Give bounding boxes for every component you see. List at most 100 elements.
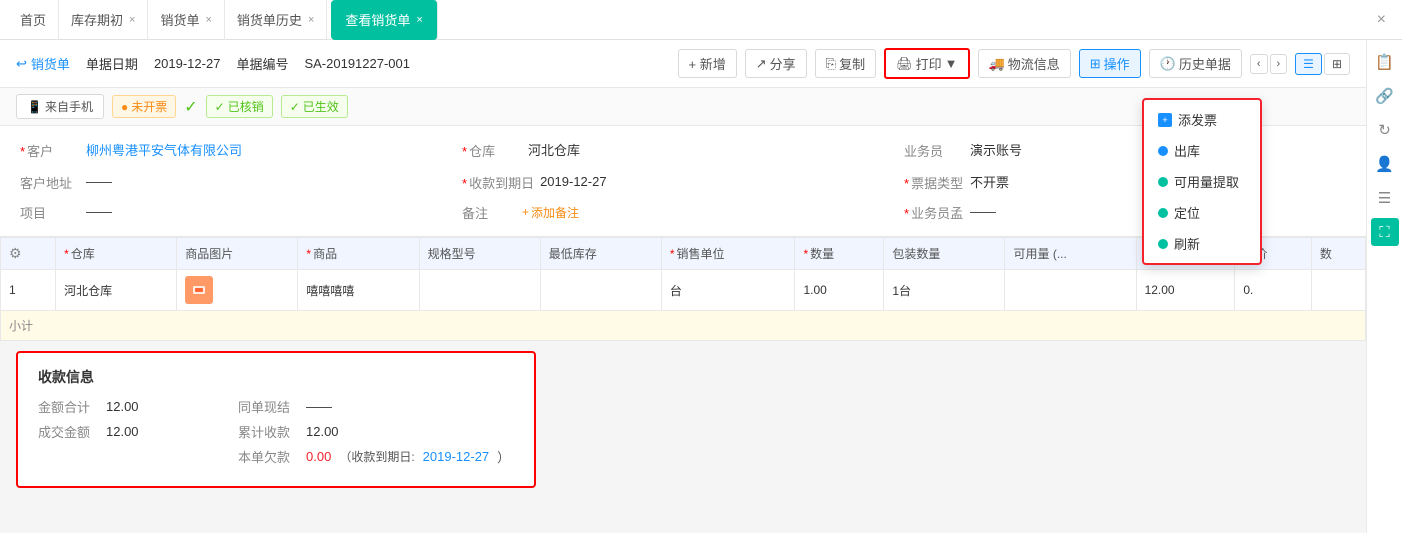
tab-bar-close-button[interactable]: × <box>1369 11 1394 29</box>
warehouse-value: 河北仓库 <box>522 138 602 162</box>
outbound-dot-icon <box>1158 146 1168 156</box>
doc-actions: + 新增 ↗ 分享 ⎘ 复制 🖨 打印 ▼ 🚚 物流信息 <box>678 48 1350 79</box>
copy-button[interactable]: ⎘ 复制 <box>815 49 876 78</box>
dropdown-available-qty[interactable]: 可用量提取 <box>1144 166 1260 197</box>
payment-debt-close: ） <box>497 447 510 466</box>
payment-row-1: 金额合计 12.00 同单现结 —— <box>38 397 514 416</box>
share-button[interactable]: ↗ 分享 <box>745 49 807 78</box>
col-product: 商品 <box>298 238 419 270</box>
sidebar-link-icon[interactable]: 🔗 <box>1371 82 1399 110</box>
tab-sales-history-label: 销货单历史 <box>237 10 302 29</box>
logistics-button[interactable]: 🚚 物流信息 <box>978 49 1071 78</box>
note-label: 备注 <box>462 203 522 222</box>
customer-label: 客户 <box>20 141 80 160</box>
payment-row-3: 本单欠款 0.00 （收款到期日: 2019-12-27） <box>38 447 514 466</box>
dropdown-add-invoice[interactable]: + 添发票 <box>1144 104 1260 135</box>
project-field: 项目 —— <box>20 202 462 222</box>
effective-badge: ✓ 已生效 <box>281 95 348 118</box>
customer-value[interactable]: 柳州粤港平安气体有限公司 <box>80 138 248 162</box>
effective-check-icon: ✓ <box>290 100 300 114</box>
next-button[interactable]: › <box>1270 54 1288 74</box>
doc-type-icon: ↩ <box>16 56 27 72</box>
tab-home-label: 首页 <box>20 10 46 29</box>
add-note-button[interactable]: + 添加备注 <box>522 204 579 221</box>
add-note-label: 添加备注 <box>531 204 579 221</box>
dropdown-outbound[interactable]: 出库 <box>1144 135 1260 166</box>
employee-field: 业务员 演示账号 <box>904 138 1346 162</box>
print-button[interactable]: 🖨 打印 ▼ <box>884 48 969 79</box>
doc-type-label: 销货单 <box>31 54 70 73</box>
add-invoice-icon: + <box>1158 113 1172 127</box>
payment-total-item: 金额合计 12.00 <box>38 397 198 416</box>
col-pack-qty: 包装数量 <box>884 238 1005 270</box>
copy-icon: ⎘ <box>826 56 836 72</box>
payment-title: 收款信息 <box>38 367 514 387</box>
col-spec: 规格型号 <box>419 238 540 270</box>
plus-icon: + <box>522 205 529 219</box>
sidebar-refresh-icon[interactable]: ↻ <box>1371 116 1399 144</box>
history-icon: 🕐 <box>1160 56 1176 72</box>
verified-badge: ✓ 已核销 <box>206 95 273 118</box>
payment-same-settle-value: —— <box>306 399 332 414</box>
sidebar-expand-icon[interactable]: ⛶ <box>1371 218 1399 246</box>
close-sales-history-icon[interactable]: × <box>308 14 314 26</box>
tab-home[interactable]: 首页 <box>8 0 59 40</box>
payment-same-settle-label: 同单现结 <box>238 397 298 416</box>
locate-label: 定位 <box>1174 203 1200 222</box>
check-icon: ✓ <box>184 97 197 117</box>
sidebar-user-icon[interactable]: 👤 <box>1371 150 1399 178</box>
close-sales-order-icon[interactable]: × <box>205 14 211 26</box>
payment-row-2: 成交金额 12.00 累计收款 12.00 <box>38 422 514 441</box>
row-pack-qty: 1台 <box>884 270 1005 311</box>
refresh-label: 刷新 <box>1174 234 1200 253</box>
print-label: 打印 <box>916 54 942 73</box>
list-view-button[interactable]: ☰ <box>1295 53 1322 75</box>
tab-view-sales-order-label: 查看销货单 <box>345 10 410 29</box>
from-phone-button[interactable]: 📱 来自手机 <box>16 94 104 119</box>
prev-button[interactable]: ‹ <box>1250 54 1268 74</box>
sidebar-document-icon[interactable]: 📋 <box>1371 48 1399 76</box>
salesperson-label: 业务员孟 <box>904 203 964 222</box>
close-view-sales-order-icon[interactable]: × <box>416 14 422 26</box>
available-qty-label: 可用量提取 <box>1174 172 1239 191</box>
col-available: 可用量 (... <box>1005 238 1136 270</box>
warehouse-label: 仓库 <box>462 141 522 160</box>
tab-bar: 首页 库存期初 × 销货单 × 销货单历史 × 查看销货单 × × <box>0 0 1402 40</box>
dropdown-refresh[interactable]: 刷新 <box>1144 228 1260 259</box>
operation-button[interactable]: ⊞ 操作 <box>1079 49 1141 78</box>
tab-sales-history[interactable]: 销货单历史 × <box>225 0 327 40</box>
tab-view-sales-order[interactable]: 查看销货单 × <box>331 0 437 40</box>
dropdown-locate[interactable]: 定位 <box>1144 197 1260 228</box>
col-settings[interactable]: ⚙ <box>1 238 56 270</box>
table-row: 1 河北仓库 嘻嘻嘻嘻 台 1.00 1台 <box>1 270 1366 311</box>
refresh-dot-icon <box>1158 239 1168 249</box>
doc-type-badge: ↩ 销货单 <box>16 54 70 73</box>
subtotal-label: 小计 <box>1 311 1366 341</box>
tab-sales-order[interactable]: 销货单 × <box>148 0 224 40</box>
row-quantity: 1.00 <box>795 270 884 311</box>
settings-icon[interactable]: ⚙ <box>9 245 22 261</box>
note-field: 备注 + 添加备注 <box>462 203 904 222</box>
sidebar-list-icon[interactable]: ☰ <box>1371 184 1399 212</box>
effective-label: 已生效 <box>303 98 339 115</box>
status-open-badge: ● 未开票 <box>112 95 176 118</box>
payment-debt-value: 0.00 <box>306 449 331 464</box>
doc-number-value: SA-20191227-001 <box>304 56 410 71</box>
address-value: —— <box>80 172 160 192</box>
ticket-type-value: 不开票 <box>964 170 1044 194</box>
payment-debt-note: （收款到期日: <box>339 448 414 465</box>
payment-deal-label: 成交金额 <box>38 422 98 441</box>
grid-view-button[interactable]: ⊞ <box>1324 53 1350 75</box>
close-inventory-init-icon[interactable]: × <box>129 14 135 26</box>
address-field: 客户地址 —— <box>20 172 462 192</box>
history-button[interactable]: 🕐 历史单据 <box>1149 49 1242 78</box>
locate-dot-icon <box>1158 208 1168 218</box>
row-spec <box>419 270 540 311</box>
tab-inventory-init[interactable]: 库存期初 × <box>59 0 148 40</box>
print-dropdown-icon: ▼ <box>945 56 958 71</box>
salesperson-value: —— <box>964 202 1044 222</box>
new-button[interactable]: + 新增 <box>678 49 737 78</box>
row-product: 嘻嘻嘻嘻 <box>298 270 419 311</box>
tab-inventory-init-label: 库存期初 <box>71 10 123 29</box>
row-unit-price: 0. <box>1235 270 1311 311</box>
